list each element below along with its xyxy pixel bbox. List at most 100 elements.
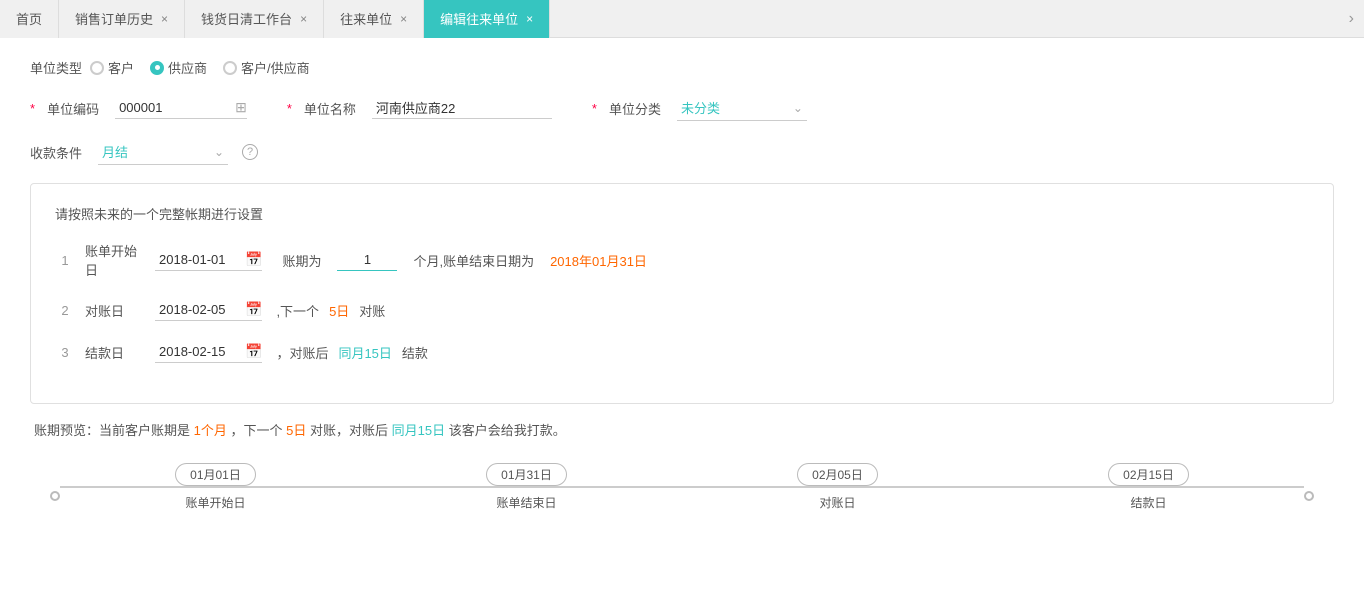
preview-suffix: 该客户会给我打款。 [449,423,566,438]
row-2-desc-prefix: ,下一个 [276,301,319,320]
date-field-2[interactable] [155,299,245,320]
row-3-highlight: 同月15日 [338,343,391,362]
unit-type-row: 单位类型 客户 供应商 客户/供应商 [30,58,1334,77]
tl-segment-1: 01月01日 账单开始日 [60,463,371,511]
calendar-icon-3[interactable]: 📅 [245,343,262,360]
tl-badge-1: 01月01日 [175,463,256,486]
unit-code-input[interactable] [115,97,235,118]
close-tab-partner[interactable]: × [400,12,407,26]
chevron-down-icon: ⌄ [789,101,807,115]
payment-value: 月结 [98,139,210,164]
payment-chevron-icon: ⌄ [210,145,228,159]
calendar-icon-2[interactable]: 📅 [245,301,262,318]
row-label-1: 账单开始日 [85,241,145,279]
tl-dot-start [50,491,60,501]
unit-category-label: 单位分类 [609,99,661,118]
unit-info-row: * 单位编码 ⊞ * 单位名称 * 单位分类 未分类 ⌄ [30,95,1334,121]
preview-mid2: 对账，对账后 [310,423,388,438]
tl-segment-4: 02月15日 结款日 [993,463,1304,511]
payment-label: 收款条件 [30,143,82,162]
unit-name-input[interactable] [372,97,552,119]
unit-name-label: 单位名称 [304,99,356,118]
tl-badge-4: 02月15日 [1108,463,1189,486]
calendar-icon-1[interactable]: 📅 [245,251,262,268]
tl-start [50,473,60,501]
row-label-3: 结款日 [85,343,145,362]
tab-edit-partner[interactable]: 编辑往来单位 × [424,0,550,38]
tl-label-1: 账单开始日 [185,494,245,511]
unit-category-value: 未分类 [677,95,789,120]
payment-dropdown[interactable]: 月结 ⌄ [98,139,228,165]
required-star-code: * [30,101,35,116]
tl-segment-3: 02月05日 对账日 [682,463,993,511]
preview-mid1: ，下一个 [231,423,283,438]
preview-highlight-2: 5日 [286,423,306,438]
payment-row: 收款条件 月结 ⌄ ? [30,139,1334,165]
tl-line-1 [60,486,371,488]
tl-segment-2: 01月31日 账单结束日 [371,463,682,511]
period-num-input[interactable] [337,249,397,271]
setting-row-1: 1 账单开始日 📅 账期为 个月,账单结束日期为 2018年01月31日 [55,241,1309,279]
preview-highlight-1: 1个月 [194,423,227,438]
unit-code-input-wrap: ⊞ [115,97,247,119]
radio-circle-customer [90,61,104,75]
date-field-3[interactable] [155,341,245,362]
preview-highlight-3: 同月15日 [392,423,445,438]
row-num-2: 2 [55,303,75,318]
date-input-3: 📅 [155,341,262,363]
radio-circle-both [223,61,237,75]
help-icon[interactable]: ? [242,144,258,160]
unit-code-label: 单位编码 [47,99,99,118]
tl-label-3: 对账日 [819,494,855,511]
tabs-bar: 首页 销售订单历史 × 钱货日清工作台 × 往来单位 × 编辑往来单位 × › [0,0,1364,38]
tl-label-2: 账单结束日 [496,494,556,511]
tl-label-4: 结款日 [1130,494,1166,511]
period-section: 请按照未来的一个完整帐期进行设置 1 账单开始日 📅 账期为 个月,账单结束日期… [30,183,1334,404]
tl-line-3 [682,486,993,488]
date-field-1[interactable] [155,249,245,270]
row-num-3: 3 [55,345,75,360]
required-star-name: * [287,101,292,116]
tl-line-2 [371,486,682,488]
tl-badge-3: 02月05日 [797,463,878,486]
date-input-2: 📅 [155,299,262,321]
close-tab-edit[interactable]: × [526,12,533,26]
tab-home[interactable]: 首页 [0,0,59,38]
tl-end [1304,473,1314,501]
unit-type-label: 单位类型 [30,58,82,77]
required-star-cat: * [592,101,597,116]
radio-circle-supplier [150,61,164,75]
unit-type-radio-group: 客户 供应商 客户/供应商 [90,58,310,77]
setting-row-2: 2 对账日 📅 ,下一个 5日 对账 [55,299,1309,321]
row-2-desc-suffix: 对账 [359,301,385,320]
row-3-desc-prefix: ，对账后 [276,343,328,362]
preview-prefix: 账期预览：当前客户账期是 [34,423,190,438]
row-label-2: 对账日 [85,301,145,320]
radio-both[interactable]: 客户/供应商 [223,58,310,77]
row-1-unit: 个月,账单结束日期为 [413,251,534,270]
timeline-container: 01月01日 账单开始日 01月31日 账单结束日 02月05日 对账日 02月… [30,463,1334,511]
row-num-1: 1 [55,253,75,268]
unit-category-dropdown[interactable]: 未分类 ⌄ [677,95,807,121]
tl-line-4 [993,486,1304,488]
section-instruction: 请按照未来的一个完整帐期进行设置 [55,204,1309,223]
setting-row-3: 3 结款日 📅 ，对账后 同月15日 结款 [55,341,1309,363]
radio-supplier[interactable]: 供应商 [150,58,207,77]
copy-icon[interactable]: ⊞ [235,99,247,116]
row-2-highlight: 5日 [329,301,349,320]
tl-dot-end [1304,491,1314,501]
tab-cash-reconcile[interactable]: 钱货日清工作台 × [185,0,324,38]
preview-text: 账期预览：当前客户账期是 1个月 ，下一个 5日 对账，对账后 同月15日 该客… [30,420,1334,439]
tab-partner-units[interactable]: 往来单位 × [324,0,424,38]
unit-code-group: * 单位编码 ⊞ [30,97,247,119]
row-1-middle: 账期为 [282,251,321,270]
radio-customer[interactable]: 客户 [90,58,134,77]
close-tab-cash[interactable]: × [300,12,307,26]
tabs-scroll-arrow[interactable]: › [1339,10,1364,28]
tab-sales-history[interactable]: 销售订单历史 × [59,0,185,38]
row-3-desc-suffix: 结款 [402,343,428,362]
tl-badge-2: 01月31日 [486,463,567,486]
unit-name-group: * 单位名称 [287,97,552,119]
page-content: 单位类型 客户 供应商 客户/供应商 * 单位编码 ⊞ [0,38,1364,608]
close-tab-sales[interactable]: × [161,12,168,26]
